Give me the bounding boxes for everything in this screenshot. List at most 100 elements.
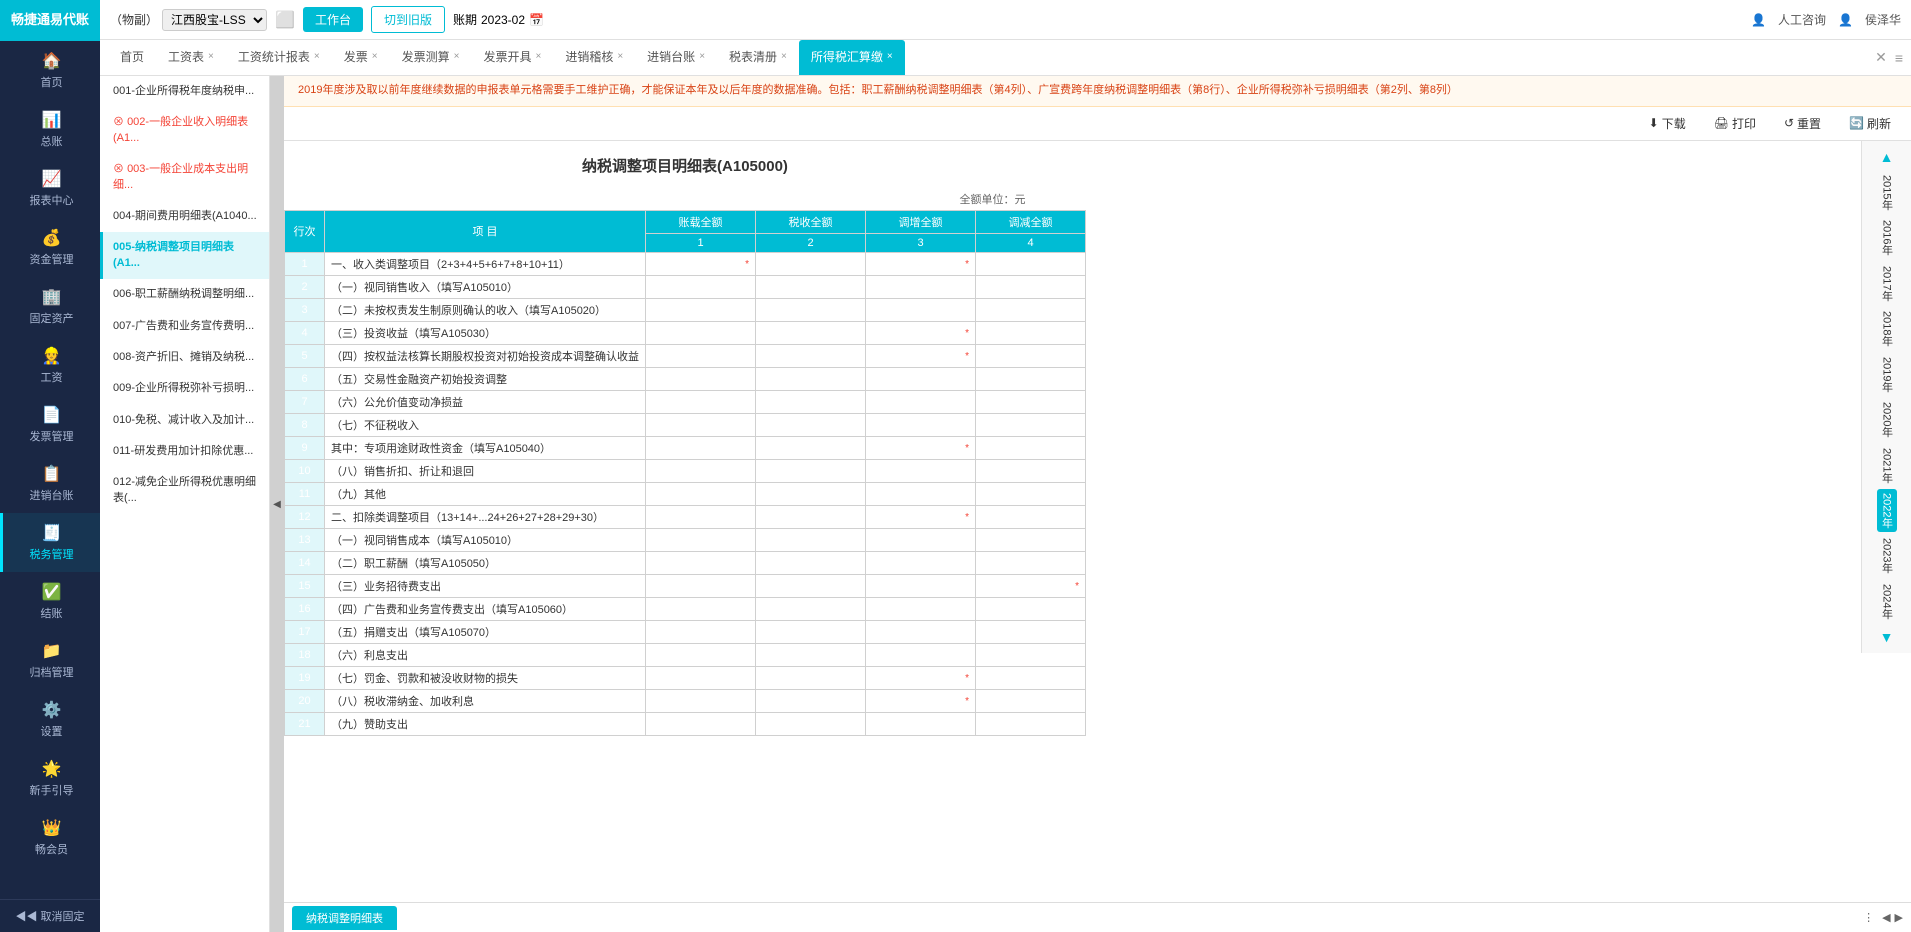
cell-col2[interactable] (756, 413, 866, 436)
cell-col2[interactable] (756, 643, 866, 666)
sidebar-item-fixed-assets[interactable]: 🏢 固定资产 (0, 277, 100, 336)
cell-col4[interactable] (976, 413, 1086, 436)
tab-home[interactable]: 首页 (108, 40, 156, 75)
reset-button[interactable]: ↺ 重置 (1778, 112, 1827, 135)
cell-col3[interactable] (866, 275, 976, 298)
sidebar-item-tax[interactable]: 🧾 税务管理 (0, 513, 100, 572)
tab-salary-close[interactable]: × (208, 51, 214, 62)
cell-col2[interactable] (756, 367, 866, 390)
cell-item[interactable]: （八）税收滞纳金、加收利息 (325, 689, 646, 712)
year-nav-2018[interactable]: 2018年 (1877, 307, 1897, 350)
tab-salary-report-close[interactable]: × (314, 51, 320, 62)
cell-item[interactable]: （一）视同销售收入（填写A105010） (325, 275, 646, 298)
user-label[interactable]: 侯泽华 (1865, 11, 1901, 28)
cell-col4[interactable] (976, 367, 1086, 390)
cell-col3[interactable] (866, 528, 976, 551)
cell-col4[interactable] (976, 505, 1086, 528)
cell-item[interactable]: （二）职工薪酬（填写A105050） (325, 551, 646, 574)
bottom-tab-adjust[interactable]: 纳税调整明细表 (292, 906, 397, 930)
cell-col1[interactable] (646, 367, 756, 390)
cell-item[interactable]: （四）广告费和业务宣传费支出（填写A105060） (325, 597, 646, 620)
cell-hangci[interactable]: 13 (285, 528, 325, 551)
cell-col1[interactable] (646, 390, 756, 413)
cell-hangci[interactable]: 8 (285, 413, 325, 436)
cell-col2[interactable] (756, 344, 866, 367)
cell-hangci[interactable]: 14 (285, 551, 325, 574)
sidebar-item-inbound[interactable]: 📋 进销台账 (0, 454, 100, 513)
tab-invoice[interactable]: 发票× (332, 40, 390, 75)
cell-item[interactable]: （三）投资收益（填写A105030） (325, 321, 646, 344)
cell-hangci[interactable]: 15 (285, 574, 325, 597)
left-panel-item-009[interactable]: 009-企业所得税弥补亏损明... (100, 373, 269, 404)
cell-col4[interactable] (976, 620, 1086, 643)
left-panel-item-012[interactable]: 012-减免企业所得税优惠明细表(... (100, 467, 269, 514)
cell-col1[interactable]: * (646, 252, 756, 275)
year-nav-2023[interactable]: 2023年 (1877, 534, 1897, 577)
cell-col1[interactable] (646, 459, 756, 482)
cell-hangci[interactable]: 21 (285, 712, 325, 735)
cell-item[interactable]: 二、扣除类调整项目（13+14+...24+26+27+28+29+30） (325, 505, 646, 528)
year-nav-2021[interactable]: 2021年 (1877, 444, 1897, 487)
calendar-icon[interactable]: 📅 (529, 13, 544, 27)
sidebar-item-general-ledger[interactable]: 📊 总账 (0, 100, 100, 159)
cell-hangci[interactable]: 19 (285, 666, 325, 689)
app-logo[interactable]: 畅捷通易代账 (0, 0, 100, 41)
tab-close-all-icon[interactable]: ✕ (1875, 49, 1887, 66)
cell-col3[interactable] (866, 367, 976, 390)
cell-col1[interactable] (646, 689, 756, 712)
cell-col1[interactable] (646, 551, 756, 574)
left-panel-item-001[interactable]: 001-企业所得税年度纳税申... (100, 76, 269, 107)
scroll-right-btn[interactable]: ▶ (1895, 911, 1903, 924)
tab-tax-return-close[interactable]: × (781, 51, 787, 62)
left-panel-item-008[interactable]: 008-资产折旧、摊销及纳税... (100, 342, 269, 373)
cell-hangci[interactable]: 12 (285, 505, 325, 528)
cell-item[interactable]: （三）业务招待费支出 (325, 574, 646, 597)
cell-hangci[interactable]: 16 (285, 597, 325, 620)
cell-hangci[interactable]: 7 (285, 390, 325, 413)
cell-col2[interactable] (756, 252, 866, 275)
cell-col1[interactable] (646, 528, 756, 551)
cell-hangci[interactable]: 18 (285, 643, 325, 666)
cell-item[interactable]: （八）销售折扣、折让和退回 (325, 459, 646, 482)
cell-col1[interactable] (646, 298, 756, 321)
cell-hangci[interactable]: 4 (285, 321, 325, 344)
cell-col3[interactable]: * (866, 252, 976, 275)
cell-col2[interactable] (756, 597, 866, 620)
cell-col3[interactable]: * (866, 505, 976, 528)
year-nav-2015[interactable]: 2015年 (1877, 171, 1897, 214)
cell-item[interactable]: 一、收入类调整项目（2+3+4+5+6+7+8+10+11） (325, 252, 646, 275)
download-button[interactable]: ⬇ 下载 (1643, 112, 1692, 135)
year-nav-2019[interactable]: 2019年 (1877, 353, 1897, 396)
sidebar-item-member[interactable]: 👑 畅会员 (0, 808, 100, 867)
cell-col4[interactable] (976, 666, 1086, 689)
tab-invoice-calc-close[interactable]: × (454, 51, 460, 62)
cell-col2[interactable] (756, 298, 866, 321)
sidebar-item-report[interactable]: 📈 报表中心 (0, 159, 100, 218)
year-nav-2017[interactable]: 2017年 (1877, 262, 1897, 305)
year-nav-down[interactable]: ▼ (1876, 625, 1898, 649)
cell-item[interactable]: （四）按权益法核算长期股权投资对初始投资成本调整确认收益 (325, 344, 646, 367)
cell-item[interactable]: （九）其他 (325, 482, 646, 505)
cell-col3[interactable] (866, 459, 976, 482)
left-panel-item-004[interactable]: 004-期间费用明细表(A1040... (100, 201, 269, 232)
cell-col4[interactable] (976, 436, 1086, 459)
sidebar-unpin[interactable]: ◀◀ 取消固定 (0, 899, 100, 932)
tab-menu-icon[interactable]: ≡ (1895, 50, 1903, 66)
cell-col3[interactable]: * (866, 689, 976, 712)
tab-income-tax[interactable]: 所得税汇算缴× (799, 40, 905, 75)
cell-col2[interactable] (756, 459, 866, 482)
cell-col1[interactable] (646, 321, 756, 344)
cell-col3[interactable] (866, 390, 976, 413)
cell-col1[interactable] (646, 574, 756, 597)
cell-col2[interactable] (756, 275, 866, 298)
tab-invoice-close[interactable]: × (372, 51, 378, 62)
cell-col3[interactable] (866, 574, 976, 597)
sidebar-item-invoice-mgmt[interactable]: 📄 发票管理 (0, 395, 100, 454)
cell-col1[interactable] (646, 344, 756, 367)
tab-inbound-check-close[interactable]: × (617, 51, 623, 62)
sidebar-item-checkout[interactable]: ✅ 结账 (0, 572, 100, 631)
cell-col1[interactable] (646, 505, 756, 528)
cell-col4[interactable] (976, 459, 1086, 482)
cell-col2[interactable] (756, 712, 866, 735)
cell-item[interactable]: （七）罚金、罚款和被没收财物的损失 (325, 666, 646, 689)
